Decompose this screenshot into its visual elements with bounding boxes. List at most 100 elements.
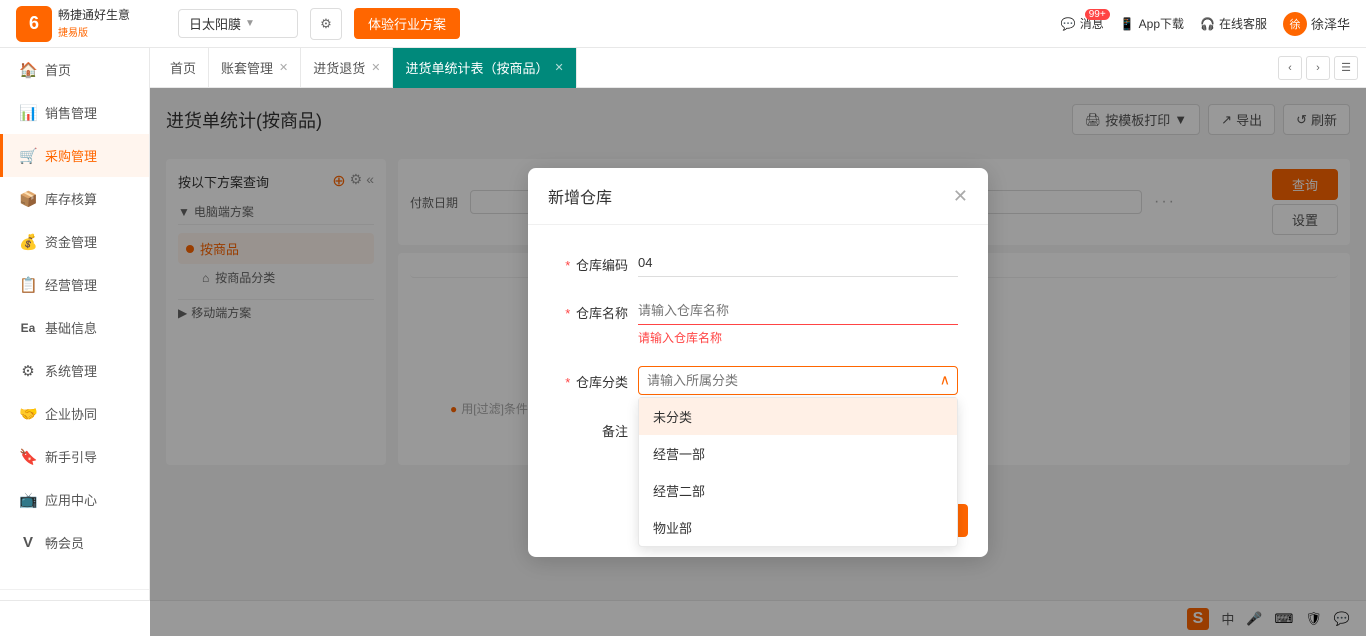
logo-title: 畅捷通好生意 (58, 8, 130, 24)
sidebar-label-member: 畅会员 (45, 533, 84, 552)
tab-purchase-return[interactable]: 进货退货 ✕ (301, 48, 393, 88)
tab-menu-btn[interactable]: ☰ (1334, 56, 1358, 80)
name-error-msg: 请输入仓库名称 (638, 329, 958, 346)
tab-next-btn[interactable]: › (1306, 56, 1330, 80)
category-toggle-icon[interactable]: ∧ (940, 372, 950, 389)
category-dropdown: 未分类 经营一部 经营二部 物业部 (638, 397, 958, 547)
message-badge: 99+ (1085, 9, 1110, 20)
logo-subtitle: 捷易版 (58, 24, 130, 39)
category-label: * 仓库分类 (558, 366, 628, 391)
tab-purchase-stats[interactable]: 进货单统计表（按商品） ✕ (393, 48, 576, 88)
sidebar-item-operations[interactable]: 📋 经营管理 (0, 263, 149, 306)
tab-label-home: 首页 (170, 58, 196, 77)
sidebar-label-sales: 销售管理 (45, 103, 97, 122)
user-item[interactable]: 徐 徐泽华 (1283, 12, 1350, 36)
guide-icon: 🔖 (19, 448, 37, 466)
sidebar-label-collab: 企业协同 (45, 404, 97, 423)
dropdown-item-dept3[interactable]: 物业部 (639, 509, 957, 546)
operations-icon: 📋 (19, 276, 37, 294)
tab-close-purchase-stats[interactable]: ✕ (555, 61, 564, 74)
tab-bar: 首页 账套管理 ✕ 进货退货 ✕ 进货单统计表（按商品） ✕ ‹ › ☰ (150, 48, 1366, 88)
purchase-icon: 🛒 (19, 147, 37, 165)
finance-icon: 💰 (19, 233, 37, 251)
name-label: * 仓库名称 (558, 297, 628, 322)
trial-button[interactable]: 体验行业方案 (354, 8, 460, 39)
app-download-label: App下载 (1139, 15, 1184, 32)
sidebar-item-apps[interactable]: 📺 应用中心 (0, 478, 149, 521)
store-selector[interactable]: 日太阳膜 ▼ (178, 9, 298, 38)
sidebar-label-system: 系统管理 (45, 361, 97, 380)
message-icon: 💬 (1061, 17, 1076, 31)
sidebar-label-basic-info: 基础信息 (45, 318, 97, 337)
tab-close-purchase-return[interactable]: ✕ (371, 61, 380, 74)
required-star-name: * (565, 306, 570, 321)
sidebar-item-purchase[interactable]: 🛒 采购管理 (0, 134, 149, 177)
tab-label-account: 账套管理 (221, 58, 273, 77)
app-icon: 📱 (1120, 17, 1135, 31)
online-service-label: 在线客服 (1219, 15, 1267, 32)
dialog-header: 新增仓库 ✕ (528, 168, 988, 225)
category-input[interactable] (638, 366, 958, 395)
store-dropdown-icon: ▼ (245, 18, 255, 29)
form-row-name: * 仓库名称 请输入仓库名称 (558, 297, 958, 346)
dropdown-item-dept1[interactable]: 经营一部 (639, 435, 957, 472)
sidebar-item-system[interactable]: ⚙ 系统管理 (0, 349, 149, 392)
sidebar-item-sales[interactable]: 📊 销售管理 (0, 91, 149, 134)
home-icon: 🏠 (19, 61, 37, 79)
gear-button[interactable]: ⚙ (310, 8, 342, 40)
tab-label-purchase-stats: 进货单统计表（按商品） (405, 58, 548, 77)
avatar: 徐 (1283, 12, 1307, 36)
messages-item[interactable]: 💬 消息 99+ (1061, 15, 1104, 32)
code-label: * 仓库编码 (558, 249, 628, 274)
sidebar-label-home: 首页 (45, 60, 71, 79)
sidebar-scroll: 🏠 首页 📊 销售管理 🛒 采购管理 📦 库存核算 💰 资金管理 📋 经 (0, 48, 149, 589)
form-row-code: * 仓库编码 (558, 249, 958, 277)
top-bar: 6 畅捷通好生意 捷易版 日太阳膜 ▼ ⚙ 体验行业方案 💬 消息 99+ 📱 … (0, 0, 1366, 48)
note-label: 备注 (558, 415, 628, 440)
name-input[interactable] (638, 297, 958, 325)
tab-prev-btn[interactable]: ‹ (1278, 56, 1302, 80)
dialog-body: * 仓库编码 * 仓库名称 (528, 225, 988, 492)
tab-actions: ‹ › ☰ (1278, 56, 1358, 80)
sidebar: 🏠 首页 📊 销售管理 🛒 采购管理 📦 库存核算 💰 资金管理 📋 经 (0, 48, 150, 636)
logo-area: 6 畅捷通好生意 捷易版 (16, 6, 166, 42)
headset-icon: 🎧 (1200, 17, 1215, 31)
sidebar-item-inventory[interactable]: 📦 库存核算 (0, 177, 149, 220)
code-control (638, 249, 958, 277)
sidebar-item-basic-info[interactable]: Ea 基础信息 (0, 306, 149, 349)
required-star-code: * (565, 258, 570, 273)
collab-icon: 🤝 (19, 405, 37, 423)
dropdown-item-dept2[interactable]: 经营二部 (639, 472, 957, 509)
sidebar-item-finance[interactable]: 💰 资金管理 (0, 220, 149, 263)
sidebar-label-purchase: 采购管理 (45, 146, 97, 165)
dropdown-item-unclassified[interactable]: 未分类 (639, 398, 957, 435)
code-input[interactable] (638, 249, 958, 277)
sidebar-item-home[interactable]: 🏠 首页 (0, 48, 149, 91)
content-area: 首页 账套管理 ✕ 进货退货 ✕ 进货单统计表（按商品） ✕ ‹ › ☰ (150, 48, 1366, 636)
sidebar-label-inventory: 库存核算 (45, 189, 97, 208)
sidebar-label-finance: 资金管理 (45, 232, 97, 251)
sidebar-item-member[interactable]: V 畅会员 (0, 521, 149, 564)
sidebar-item-guide[interactable]: 🔖 新手引导 (0, 435, 149, 478)
tab-home[interactable]: 首页 (158, 48, 209, 88)
sidebar-label-guide: 新手引导 (45, 447, 97, 466)
sidebar-item-collab[interactable]: 🤝 企业协同 (0, 392, 149, 435)
app-download-item[interactable]: 📱 App下载 (1120, 15, 1184, 32)
apps-icon: 📺 (19, 491, 37, 509)
dialog-title: 新增仓库 (548, 184, 612, 208)
online-service-item[interactable]: 🎧 在线客服 (1200, 15, 1267, 32)
sidebar-label-operations: 经营管理 (45, 275, 97, 294)
name-control: 请输入仓库名称 (638, 297, 958, 346)
page-content: 进货单统计(按商品) 🖨 按模板打印 ▼ ↗ 导出 ↺ 刷新 (150, 88, 1366, 636)
tab-close-account[interactable]: ✕ (279, 61, 288, 74)
member-icon: V (19, 534, 37, 551)
sales-icon: 📊 (19, 104, 37, 122)
new-warehouse-dialog: 新增仓库 ✕ * 仓库编码 (528, 168, 988, 557)
tab-label-purchase-return: 进货退货 (313, 58, 365, 77)
required-star-category: * (565, 375, 570, 390)
store-name: 日太阳膜 (189, 14, 241, 33)
dialog-close-btn[interactable]: ✕ (953, 187, 968, 205)
inventory-icon: 📦 (19, 190, 37, 208)
tab-account[interactable]: 账套管理 ✕ (209, 48, 301, 88)
main-layout: 🏠 首页 📊 销售管理 🛒 采购管理 📦 库存核算 💰 资金管理 📋 经 (0, 48, 1366, 636)
